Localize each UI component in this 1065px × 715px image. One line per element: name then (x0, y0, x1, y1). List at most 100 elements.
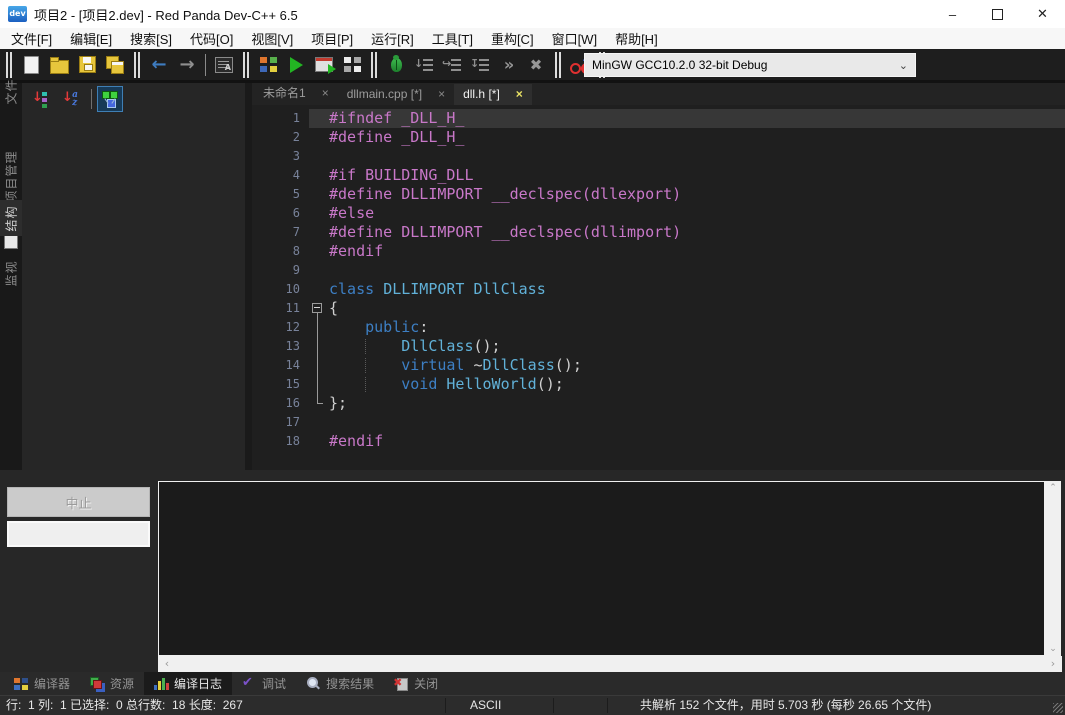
menu-item[interactable]: 窗口[W] (543, 29, 607, 48)
bottom-tab[interactable]: 编译日志 (144, 672, 232, 695)
side-tab[interactable]: 文件 (0, 83, 22, 100)
code-line[interactable]: 11{ (252, 299, 1065, 318)
horizontal-scrollbar[interactable]: ‹ › (158, 656, 1062, 672)
menu-item[interactable]: 代码[O] (181, 29, 242, 48)
code-line[interactable]: 14 virtual ~DllClass(); (252, 356, 1065, 375)
bottom-tab[interactable]: 关闭 (384, 672, 448, 695)
sort-by-type-button[interactable] (29, 87, 53, 111)
code-line[interactable]: 16}; (252, 394, 1065, 413)
maximize-icon (992, 9, 1003, 20)
side-tab[interactable]: 监视 (0, 255, 22, 291)
menu-item[interactable]: 文件[F] (2, 29, 61, 48)
code-line[interactable]: 3 (252, 147, 1065, 166)
menu-item[interactable]: 编辑[E] (61, 29, 121, 48)
editor-tab[interactable]: dll.h [*] × (454, 84, 532, 105)
code-text: DllClass(); (329, 337, 1065, 356)
compile-log-output[interactable] (158, 481, 1045, 656)
code-line[interactable]: 15 void HelloWorld(); (252, 375, 1065, 394)
side-tab-strip: 项目管理 结构 监视 文件 (0, 83, 22, 470)
scroll-left-icon[interactable]: ‹ (160, 656, 174, 672)
code-line[interactable]: 5#define DLLIMPORT __declspec(dllexport) (252, 185, 1065, 204)
code-line[interactable]: 18#endif (252, 432, 1065, 451)
new-file-button[interactable] (20, 53, 42, 77)
side-tab-label: 结构 (3, 205, 20, 231)
step-over-icon: ↓ (415, 58, 433, 72)
menu-item[interactable]: 重构[C] (482, 29, 543, 48)
sort-alphabetically-button[interactable] (59, 87, 83, 111)
menu-item[interactable]: 项目[P] (302, 29, 362, 48)
vertical-scrollbar[interactable]: ⌃ ⌄ (1045, 481, 1061, 656)
side-tab[interactable]: 结构 (0, 200, 22, 236)
step-into-button[interactable]: ↪ (441, 53, 463, 77)
stop-execution-button[interactable]: ✖ (525, 53, 547, 77)
minimize-button[interactable]: – (930, 0, 975, 28)
compiler-profile-select[interactable]: MinGW GCC10.2.0 32-bit Debug ⌄ (584, 53, 916, 77)
abort-button[interactable]: 中止 (7, 487, 150, 517)
fold-collapse-icon[interactable] (309, 299, 329, 318)
editor-tab-label: dllmain.cpp [*] (347, 87, 422, 101)
code-line[interactable]: 17 (252, 413, 1065, 432)
bottom-tab-label: 调试 (262, 675, 286, 692)
maximize-button[interactable] (975, 0, 1020, 28)
compiler-profile-value: MinGW GCC10.2.0 32-bit Debug (585, 58, 767, 72)
panel-toolbar-separator (91, 89, 92, 109)
code-line[interactable]: 12 public: (252, 318, 1065, 337)
code-line[interactable]: 9 (252, 261, 1065, 280)
code-line[interactable]: 2#define _DLL_H_ (252, 128, 1065, 147)
save-button[interactable] (76, 53, 98, 77)
continue-icon: » (504, 55, 512, 74)
menu-item[interactable]: 工具[T] (423, 29, 482, 48)
editor-tab[interactable]: dllmain.cpp [*] × (338, 84, 454, 105)
code-line[interactable]: 6#else (252, 204, 1065, 223)
scroll-up-icon[interactable]: ⌃ (1045, 481, 1061, 495)
code-line[interactable]: 13 DllClass(); (252, 337, 1065, 356)
cursor-position-status: 行: 1 列: 1 已选择: 0 总行数: 18 长度: 267 (6, 696, 243, 715)
menu-item[interactable]: 搜索[S] (121, 29, 181, 48)
show-inherited-members-button[interactable] (97, 86, 123, 112)
menu-item[interactable]: 运行[R] (362, 29, 423, 48)
app-icon: dev (8, 6, 27, 22)
line-number: 10 (252, 280, 309, 299)
navigate-forward-button[interactable]: → (176, 53, 198, 77)
open-button[interactable] (48, 53, 70, 77)
close-button[interactable]: ✕ (1020, 0, 1065, 28)
continue-button[interactable]: » (497, 53, 519, 77)
resize-grip[interactable] (1053, 703, 1063, 713)
step-over-button[interactable]: ↓ (413, 53, 435, 77)
save-all-button[interactable] (104, 53, 126, 77)
reformat-button[interactable] (213, 53, 235, 77)
close-tab-icon[interactable]: × (322, 88, 329, 98)
code-line[interactable]: 1#ifndef _DLL_H_ (252, 109, 1065, 128)
debug-button[interactable] (385, 53, 407, 77)
side-tab[interactable]: 项目管理 (0, 156, 22, 196)
bottom-tab[interactable]: 编译器 (4, 672, 80, 695)
line-number: 18 (252, 432, 309, 451)
menu-item[interactable]: 帮助[H] (606, 29, 667, 48)
statusbar-divider (445, 698, 446, 713)
editor-tab[interactable]: 未命名1 × (254, 81, 338, 105)
code-line[interactable]: 4#if BUILDING_DLL (252, 166, 1065, 185)
code-line[interactable]: 7#define DLLIMPORT __declspec(dllimport) (252, 223, 1065, 242)
bottom-tab[interactable]: 搜索结果 (296, 672, 384, 695)
step-out-button[interactable]: ↧ (469, 53, 491, 77)
bottom-tab[interactable]: 调试 (232, 672, 296, 695)
compile-button[interactable] (257, 53, 279, 77)
close-tab-icon[interactable]: × (438, 89, 445, 99)
bottom-tab[interactable]: 资源 (80, 672, 144, 695)
scroll-right-icon[interactable]: › (1046, 656, 1060, 672)
menu-item[interactable]: 视图[V] (242, 29, 302, 48)
code-line[interactable]: 8#endif (252, 242, 1065, 261)
rebuild-all-button[interactable] (341, 53, 363, 77)
code-line[interactable]: 10class DLLIMPORT DllClass (252, 280, 1065, 299)
code-area[interactable]: 1#ifndef _DLL_H_2#define _DLL_H_34#if BU… (252, 105, 1065, 470)
navigate-back-button[interactable]: ← (148, 53, 170, 77)
run-button[interactable] (285, 53, 307, 77)
scroll-down-icon[interactable]: ⌄ (1045, 642, 1061, 656)
close-tab-icon[interactable]: × (516, 89, 523, 99)
compile-progress-bar (7, 521, 150, 547)
line-number: 9 (252, 261, 309, 280)
structure-panel-toolbar (26, 85, 123, 113)
compile-log-icon (154, 677, 169, 690)
side-tab-label: 文件 (3, 78, 20, 104)
compile-and-run-button[interactable] (313, 53, 335, 77)
